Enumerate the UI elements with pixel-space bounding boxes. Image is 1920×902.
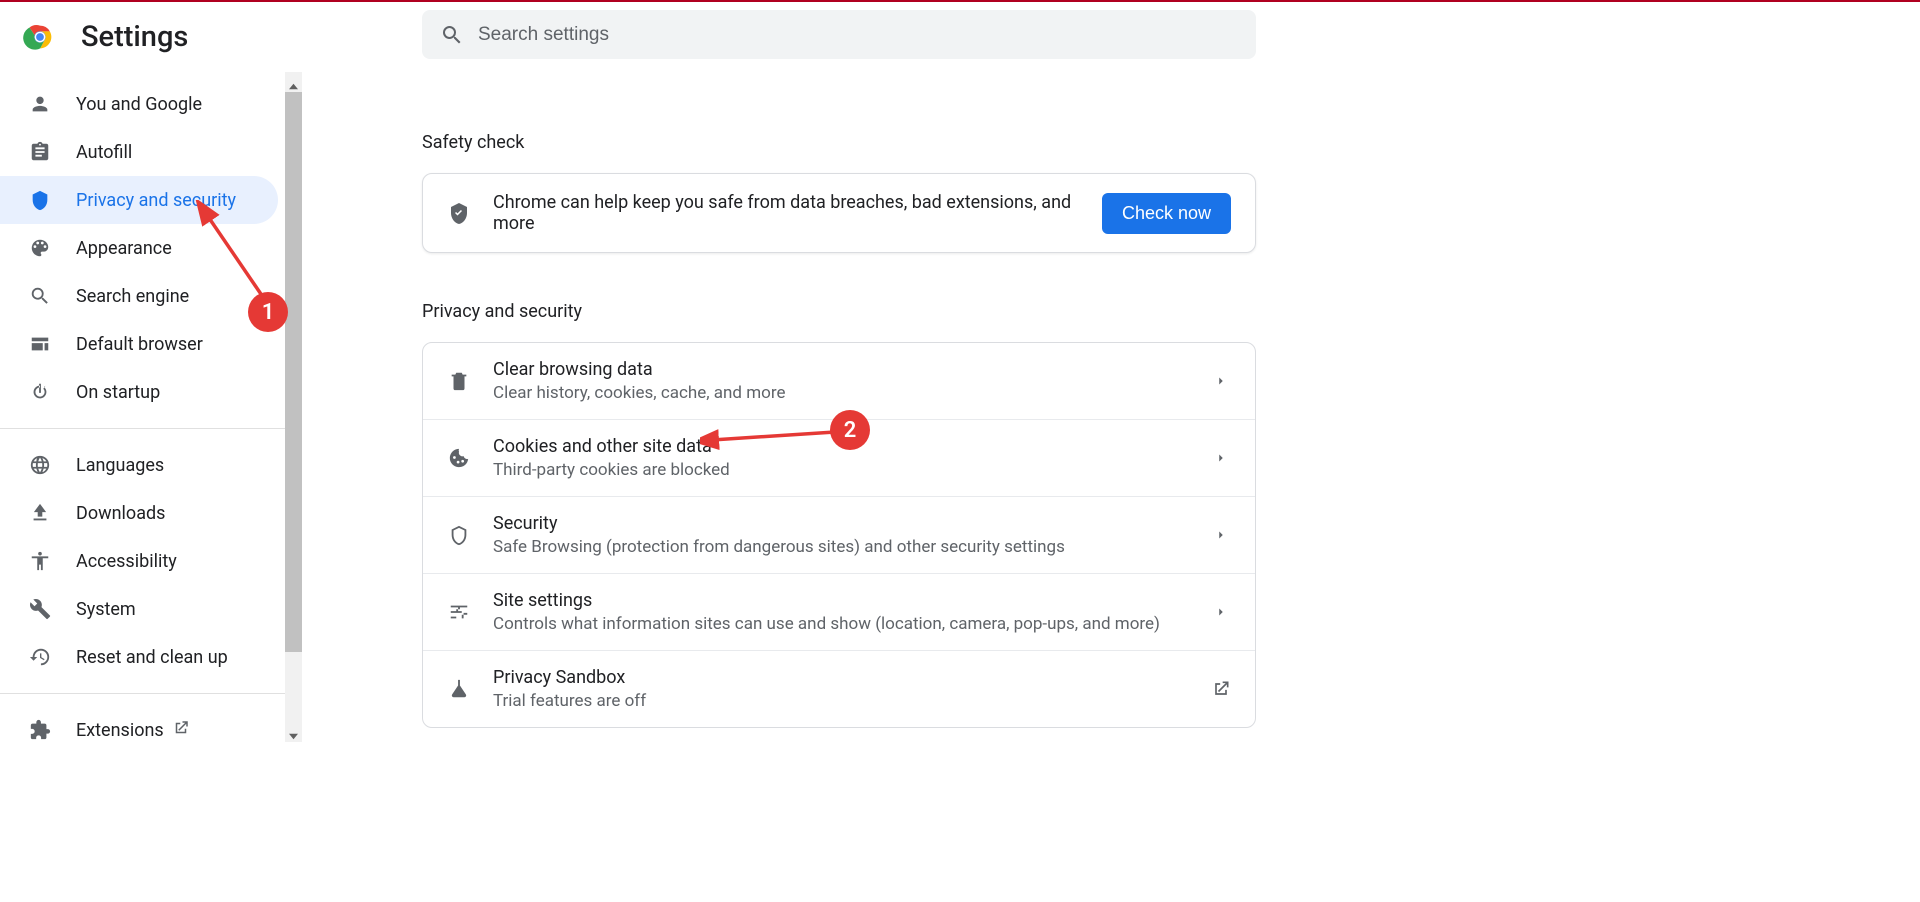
chevron-right-icon: [1211, 525, 1231, 545]
section-title-safety-check: Safety check: [422, 132, 1256, 153]
chevron-right-icon: [1211, 602, 1231, 622]
flask-icon: [447, 677, 471, 701]
row-site-settings[interactable]: Site settings Controls what information …: [423, 574, 1255, 651]
safety-check-text: Chrome can help keep you safe from data …: [493, 192, 1102, 234]
row-subtitle: Third-party cookies are blocked: [493, 460, 1211, 480]
shield-outline-icon: [447, 523, 471, 547]
trash-icon: [447, 369, 471, 393]
sidebar-item-default-browser[interactable]: Default browser: [0, 320, 278, 368]
sidebar-item-reset-cleanup[interactable]: Reset and clean up: [0, 633, 278, 681]
row-title: Privacy Sandbox: [493, 667, 1211, 688]
search-settings[interactable]: [422, 10, 1256, 59]
sidebar-item-you-and-google[interactable]: You and Google: [0, 80, 278, 128]
row-clear-browsing-data[interactable]: Clear browsing data Clear history, cooki…: [423, 343, 1255, 420]
sidebar-item-search-engine[interactable]: Search engine: [0, 272, 278, 320]
chevron-right-icon: [1211, 371, 1231, 391]
sidebar-item-languages[interactable]: Languages: [0, 441, 278, 489]
tune-icon: [447, 600, 471, 624]
safety-check-card: Chrome can help keep you safe from data …: [422, 173, 1256, 253]
scrollbar-thumb[interactable]: [285, 92, 302, 652]
row-subtitle: Safe Browsing (protection from dangerous…: [493, 537, 1211, 557]
sidebar-item-system[interactable]: System: [0, 585, 278, 633]
scrollbar-down-icon[interactable]: [289, 726, 298, 735]
scrollbar-up-icon[interactable]: [289, 76, 298, 85]
shield-icon: [28, 188, 52, 212]
browser-icon: [28, 332, 52, 356]
clipboard-icon: [28, 140, 52, 164]
row-title: Clear browsing data: [493, 359, 1211, 380]
privacy-list: Clear browsing data Clear history, cooki…: [422, 342, 1256, 728]
sidebar-item-label: Accessibility: [76, 551, 177, 572]
sidebar-item-label: Appearance: [76, 238, 172, 259]
search-icon: [440, 23, 464, 47]
sidebar-item-appearance[interactable]: Appearance: [0, 224, 278, 272]
annotation-badge-1: 1: [248, 292, 288, 332]
shield-check-icon: [447, 201, 471, 225]
sidebar-item-autofill[interactable]: Autofill: [0, 128, 278, 176]
sidebar-item-label: System: [76, 599, 136, 620]
accessibility-icon: [28, 549, 52, 573]
sidebar-item-label: Privacy and security: [76, 190, 236, 211]
sidebar-item-label: Default browser: [76, 334, 203, 355]
power-icon: [28, 380, 52, 404]
globe-icon: [28, 453, 52, 477]
check-now-button[interactable]: Check now: [1102, 193, 1231, 234]
annotation-badge-2: 2: [830, 410, 870, 450]
section-title-privacy: Privacy and security: [422, 301, 1256, 322]
palette-icon: [28, 236, 52, 260]
row-privacy-sandbox[interactable]: Privacy Sandbox Trial features are off: [423, 651, 1255, 727]
sidebar-divider: [0, 428, 302, 429]
sidebar-item-label: Autofill: [76, 142, 132, 163]
settings-main: Safety check Chrome can help keep you sa…: [422, 72, 1256, 728]
row-security[interactable]: Security Safe Browsing (protection from …: [423, 497, 1255, 574]
page-title: Settings: [81, 20, 188, 54]
restore-icon: [28, 645, 52, 669]
row-subtitle: Controls what information sites can use …: [493, 614, 1211, 634]
cookie-icon: [447, 446, 471, 470]
search-input[interactable]: [478, 24, 1238, 46]
sidebar-item-on-startup[interactable]: On startup: [0, 368, 278, 416]
chrome-logo-icon: [23, 20, 57, 54]
sidebar-divider: [0, 693, 302, 694]
sidebar-item-label: Search engine: [76, 286, 189, 307]
chevron-right-icon: [1211, 448, 1231, 468]
sidebar-item-label: On startup: [76, 382, 160, 403]
wrench-icon: [28, 597, 52, 621]
sidebar-item-privacy-security[interactable]: Privacy and security: [0, 176, 278, 224]
external-link-icon: [1211, 679, 1231, 699]
sidebar-item-label: Languages: [76, 455, 164, 476]
sidebar-item-label: Downloads: [76, 503, 165, 524]
external-link-icon: [172, 719, 190, 741]
person-icon: [28, 92, 52, 116]
settings-sidebar: You and Google Autofill Privacy and secu…: [0, 72, 302, 902]
download-icon: [28, 501, 52, 525]
sidebar-item-label: Reset and clean up: [76, 647, 228, 668]
row-subtitle: Clear history, cookies, cache, and more: [493, 383, 1211, 403]
sidebar-item-label: You and Google: [76, 94, 202, 115]
sidebar-item-accessibility[interactable]: Accessibility: [0, 537, 278, 585]
row-title: Site settings: [493, 590, 1211, 611]
sidebar-item-label: Extensions: [76, 720, 164, 741]
sidebar-item-extensions[interactable]: Extensions: [0, 706, 278, 754]
extension-icon: [28, 718, 52, 742]
search-icon: [28, 284, 52, 308]
sidebar-item-downloads[interactable]: Downloads: [0, 489, 278, 537]
row-title: Security: [493, 513, 1211, 534]
row-subtitle: Trial features are off: [493, 691, 1211, 711]
